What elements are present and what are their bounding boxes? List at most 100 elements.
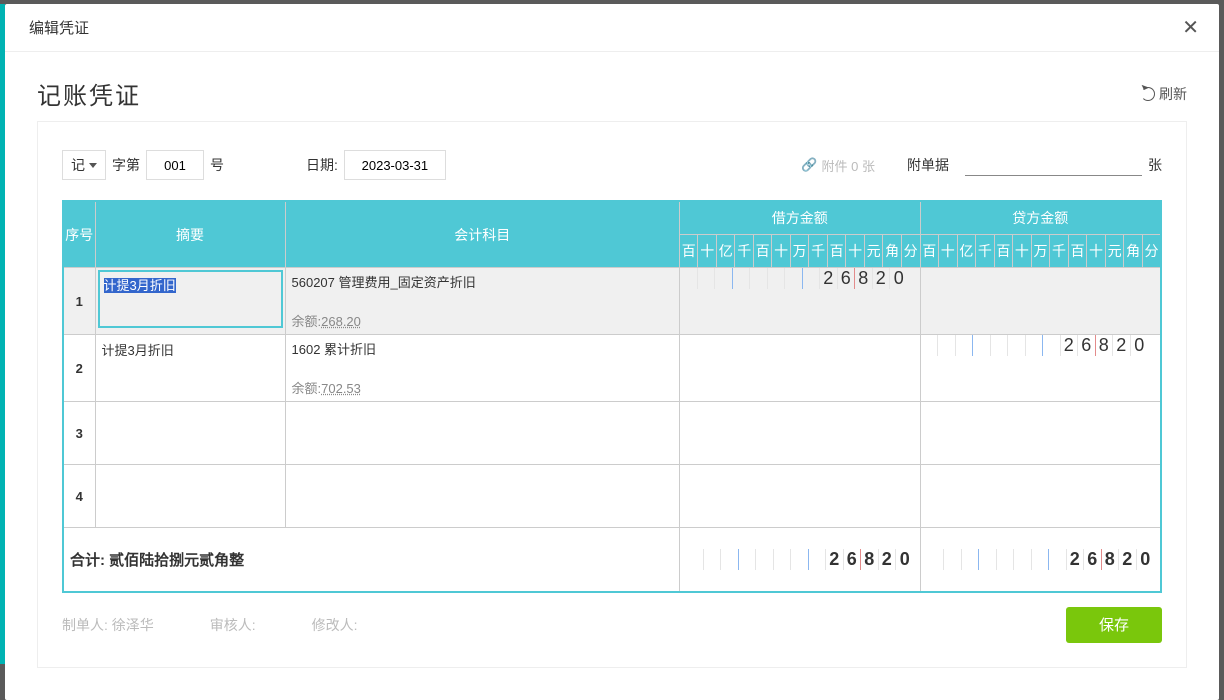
footer-info: 制单人: 徐泽华 审核人: 修改人:	[62, 615, 358, 635]
digit-cell: 8	[1096, 335, 1114, 356]
total-debit: 26820	[680, 528, 921, 592]
digit-header: 百	[1068, 235, 1087, 268]
digit-cell: 0	[1137, 549, 1155, 570]
debit-amount[interactable]	[680, 335, 921, 402]
digit-header: 百	[827, 235, 845, 268]
digit-cell	[704, 549, 722, 570]
attachment-link[interactable]: 🔗 附件 0 张	[801, 156, 875, 175]
digit-header: 亿	[716, 235, 734, 268]
digit-cell	[698, 268, 716, 289]
digit-cell	[756, 549, 774, 570]
total-credit: 26820	[920, 528, 1161, 592]
digit-header: 十	[846, 235, 864, 268]
digit-cell	[809, 549, 827, 570]
seq-cell: 1	[63, 268, 95, 335]
digit-header: 分	[901, 235, 920, 268]
digit-cell: 2	[873, 268, 891, 289]
chevron-down-icon	[89, 163, 97, 168]
digit-cell	[973, 335, 991, 356]
summary-cell[interactable]	[95, 402, 285, 465]
digit-cell	[803, 268, 821, 289]
digit-cell	[785, 268, 803, 289]
digit-cell	[944, 549, 962, 570]
digit-header: 十	[1087, 235, 1106, 268]
digit-cell: 0	[896, 549, 914, 570]
debit-amount[interactable]	[680, 465, 921, 528]
digit-cell	[997, 549, 1015, 570]
modal-title: 编辑凭证	[29, 17, 89, 38]
seq-cell: 4	[63, 465, 95, 528]
digit-cell: 2	[820, 268, 838, 289]
digit-cell	[1008, 335, 1026, 356]
debit-amount[interactable]: 26820	[680, 268, 921, 335]
digit-cell	[721, 549, 739, 570]
col-summary: 摘要	[95, 201, 285, 268]
digit-cell	[962, 549, 980, 570]
digit-cell: 6	[844, 549, 862, 570]
credit-amount[interactable]: 26820	[920, 335, 1161, 402]
refresh-button[interactable]: 刷新	[1141, 84, 1187, 104]
subject-cell[interactable]	[285, 465, 680, 528]
digit-cell	[774, 549, 792, 570]
digit-cell	[1014, 549, 1032, 570]
digit-header: 百	[994, 235, 1013, 268]
digit-cell	[686, 549, 704, 570]
subject-cell[interactable]: 1602 累计折旧余额:702.53	[285, 335, 680, 402]
voucher-prefix-select[interactable]: 记	[62, 150, 106, 180]
digit-cell	[956, 335, 974, 356]
digit-header: 角	[1124, 235, 1143, 268]
table-row: 2计提3月折旧1602 累计折旧余额:702.5326820	[63, 335, 1161, 402]
credit-amount[interactable]	[920, 268, 1161, 335]
digit-cell: 8	[1102, 549, 1120, 570]
digit-cell	[768, 268, 786, 289]
table-row: 3	[63, 402, 1161, 465]
total-label: 合计: 贰佰陆拾捌元贰角整	[63, 528, 680, 592]
attachment-icon: 🔗	[801, 157, 817, 173]
digit-cell: 2	[1067, 549, 1085, 570]
credit-amount[interactable]	[920, 465, 1161, 528]
credit-amount[interactable]	[920, 402, 1161, 465]
digit-cell: 8	[855, 268, 873, 289]
summary-cell[interactable]: 计提3月折旧	[95, 335, 285, 402]
save-button[interactable]: 保存	[1066, 607, 1162, 643]
voucher-number-input[interactable]	[146, 150, 204, 180]
digit-cell: 6	[1078, 335, 1096, 356]
digit-cell: 2	[1113, 335, 1131, 356]
digit-cell: 0	[1131, 335, 1149, 356]
digit-cell	[921, 335, 939, 356]
col-subject: 会计科目	[285, 201, 680, 268]
attach-bill-input[interactable]	[965, 154, 1142, 176]
close-icon[interactable]: ✕	[1182, 15, 1199, 40]
digit-header: 角	[883, 235, 901, 268]
digit-cell: 2	[879, 549, 897, 570]
digit-cell: 8	[861, 549, 879, 570]
subject-cell[interactable]: 560207 管理费用_固定资产折旧余额:268.20	[285, 268, 680, 335]
digit-cell: 6	[838, 268, 856, 289]
digit-cell	[927, 549, 945, 570]
digit-cell	[938, 335, 956, 356]
voucher-table: 序号 摘要 会计科目 借方金额 贷方金额 百十亿千百十万千百十元角分百十亿千百十…	[62, 200, 1162, 593]
digit-cell	[1043, 335, 1061, 356]
digit-header: 分	[1142, 235, 1161, 268]
digit-header: 千	[1050, 235, 1069, 268]
digit-cell: 2	[1061, 335, 1079, 356]
summary-cell[interactable]	[95, 465, 285, 528]
digit-header: 百	[920, 235, 939, 268]
digit-cell	[1026, 335, 1044, 356]
digit-header: 十	[772, 235, 790, 268]
digit-header: 百	[753, 235, 771, 268]
digit-cell: 0	[890, 268, 908, 289]
digit-cell: 6	[1084, 549, 1102, 570]
col-debit: 借方金额	[680, 201, 921, 235]
date-input[interactable]	[344, 150, 446, 180]
digit-header: 亿	[957, 235, 976, 268]
digit-header: 千	[976, 235, 995, 268]
digit-header: 百	[680, 235, 698, 268]
subject-cell[interactable]	[285, 402, 680, 465]
digit-cell	[1032, 549, 1050, 570]
debit-amount[interactable]	[680, 402, 921, 465]
summary-input[interactable]: 计提3月折旧	[98, 270, 283, 328]
digit-header: 千	[809, 235, 827, 268]
digit-header: 十	[698, 235, 716, 268]
seq-cell: 2	[63, 335, 95, 402]
